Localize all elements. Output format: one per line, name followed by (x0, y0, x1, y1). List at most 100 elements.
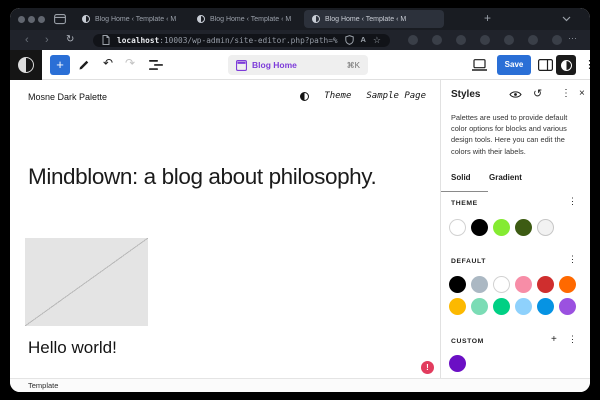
add-custom-color-button[interactable]: + (551, 334, 557, 345)
wp-editor-topbar: + ↶ ↷ Blog Home ⌘K Save ⋮ (10, 50, 590, 80)
firefox-view-icon[interactable] (54, 13, 66, 25)
post-title[interactable]: Hello world! (28, 338, 117, 358)
color-swatch-vivid-cyan-blue[interactable] (536, 298, 554, 315)
edit-tool-icon[interactable] (78, 59, 90, 71)
tab-gradient[interactable]: Gradient (489, 173, 522, 182)
browser-tab[interactable]: Blog Home ‹ Template ‹ M (74, 10, 194, 28)
default-palette (448, 276, 583, 320)
site-favicon-icon (82, 15, 90, 23)
revisions-history-icon[interactable]: ↺ (533, 87, 542, 100)
color-swatch-white[interactable] (492, 276, 510, 293)
block-inserter-button[interactable]: + (50, 55, 70, 75)
new-tab-button[interactable]: + (484, 11, 491, 25)
nav-link-theme[interactable]: Theme (324, 91, 351, 101)
browser-tab-active[interactable]: Blog Home ‹ Template ‹ M (304, 10, 444, 28)
url-path: :10003/wp-admin/site-editor.php?path=% (159, 35, 338, 45)
color-swatch-luminous-vivid-orange[interactable] (558, 276, 576, 293)
back-button[interactable]: ‹ (25, 33, 29, 47)
shield-icon[interactable] (344, 35, 354, 45)
color-swatch-vivid-lime[interactable] (492, 219, 510, 236)
section-label-custom: CUSTOM (451, 338, 484, 345)
traffic-light-zoom[interactable] (38, 15, 45, 23)
nav-link-sample-page[interactable]: Sample Page (366, 91, 426, 101)
list-view-icon[interactable] (149, 59, 163, 71)
color-swatch-pale-cyan-blue[interactable] (514, 298, 532, 315)
section-label-theme: THEME (451, 200, 478, 207)
site-title[interactable]: Mosne Dark Palette (28, 92, 107, 102)
tab-title: Blog Home ‹ Template ‹ M (325, 15, 407, 23)
translate-icon[interactable]: A (361, 35, 366, 45)
custom-palette-options-icon[interactable]: ⋮ (568, 334, 577, 345)
color-swatch-cyan-bluish-gray[interactable] (470, 276, 488, 293)
site-navigation: Theme Sample Page (300, 91, 426, 101)
blog-heading[interactable]: Mindblown: a blog about philosophy. (28, 164, 377, 190)
forward-button[interactable]: › (45, 33, 49, 47)
url-text: localhost:10003/wp-admin/site-editor.php… (117, 36, 338, 45)
close-panel-icon[interactable]: × (579, 88, 585, 99)
notification-badge[interactable]: ! (421, 361, 434, 374)
site-logo-icon (18, 57, 34, 73)
extension-icon[interactable] (480, 35, 490, 45)
traffic-light-close[interactable] (18, 15, 25, 23)
extension-icon[interactable] (552, 35, 562, 45)
tab-title: Blog Home ‹ Template ‹ M (95, 15, 177, 23)
default-palette-options-icon[interactable]: ⋮ (568, 254, 577, 265)
tab-list-chevron-icon[interactable] (562, 16, 571, 22)
wp-site-icon-button[interactable] (10, 50, 42, 80)
extension-icon[interactable] (528, 35, 538, 45)
extension-icon[interactable] (504, 35, 514, 45)
styles-halfmoon-icon (560, 59, 572, 71)
extension-icon[interactable] (432, 35, 442, 45)
color-swatch-vivid-green-cyan[interactable] (492, 298, 510, 315)
browser-window: Blog Home ‹ Template ‹ M Blog Home ‹ Tem… (10, 8, 590, 392)
settings-sidebar-toggle-icon[interactable] (538, 59, 553, 71)
color-swatch-light-green-cyan[interactable] (470, 298, 488, 315)
theme-palette (448, 219, 583, 241)
url-host: localhost (117, 35, 160, 45)
nav-halfmoon-icon (300, 91, 310, 101)
browser-toolbar: ‹ › ↻ localhost:10003/wp-admin/site-edit… (10, 30, 590, 50)
section-label-default: DEFAULT (451, 258, 487, 265)
color-swatch-vivid-red[interactable] (536, 276, 554, 293)
breadcrumb[interactable]: Template (28, 379, 58, 392)
image-placeholder[interactable] (25, 238, 148, 326)
styles-panel-title: Styles (451, 89, 481, 100)
palette-description: Palettes are used to provide default col… (451, 113, 568, 156)
color-swatch-luminous-vivid-amber[interactable] (448, 298, 466, 315)
color-swatch-black[interactable] (448, 276, 466, 293)
undo-button[interactable]: ↶ (103, 56, 113, 70)
toolbar-overflow-icon[interactable]: ⋯ (568, 33, 577, 44)
document-title-button[interactable]: Blog Home ⌘K (228, 55, 368, 75)
reload-button[interactable]: ↻ (66, 33, 74, 47)
document-title: Blog Home (252, 60, 297, 70)
editor-options-icon[interactable]: ⋮ (584, 55, 590, 75)
tab-solid[interactable]: Solid (441, 173, 488, 192)
color-swatch-light-gray[interactable] (536, 219, 554, 236)
browser-tab-bar: Blog Home ‹ Template ‹ M Blog Home ‹ Tem… (10, 8, 590, 30)
save-button[interactable]: Save (497, 55, 531, 75)
styles-options-icon[interactable]: ⋮ (561, 88, 571, 99)
color-swatch-custom-violet[interactable] (448, 355, 466, 372)
site-favicon-icon (312, 15, 320, 23)
template-icon (236, 59, 247, 71)
styles-toggle-button[interactable] (556, 55, 576, 75)
color-swatch-dark-green[interactable] (514, 219, 532, 236)
color-swatch-contrast-black[interactable] (470, 219, 488, 236)
color-swatch-vivid-purple[interactable] (558, 298, 576, 315)
editor-footer: Template (10, 378, 590, 392)
page-info-icon[interactable] (102, 35, 110, 45)
style-book-eye-icon[interactable] (509, 90, 522, 99)
bookmark-star-icon[interactable]: ☆ (373, 35, 381, 45)
extension-icon[interactable] (456, 35, 466, 45)
command-shortcut: ⌘K (346, 60, 360, 70)
extension-icon[interactable] (408, 35, 418, 45)
redo-button-disabled[interactable]: ↷ (125, 56, 135, 70)
traffic-light-minimize[interactable] (28, 15, 35, 23)
theme-palette-options-icon[interactable]: ⋮ (568, 196, 577, 207)
color-swatch-base-white[interactable] (448, 219, 466, 236)
color-swatch-pale-pink[interactable] (514, 276, 532, 293)
address-bar[interactable]: localhost:10003/wp-admin/site-editor.php… (93, 33, 390, 47)
view-devices-icon[interactable] (472, 59, 487, 71)
browser-tab[interactable]: Blog Home ‹ Template ‹ M (189, 10, 309, 28)
site-favicon-icon (197, 15, 205, 23)
